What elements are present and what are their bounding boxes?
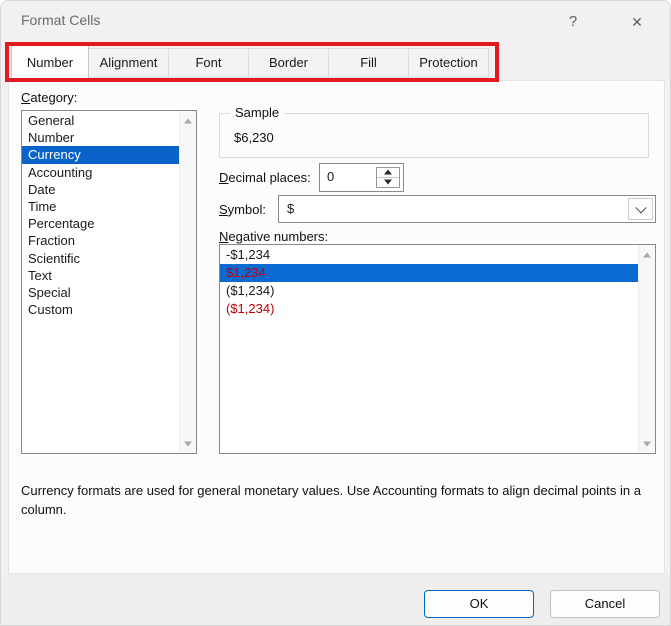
chevron-down-icon bbox=[634, 202, 647, 214]
tab-font[interactable]: Font bbox=[169, 48, 249, 78]
symbol-dropdown-button[interactable] bbox=[628, 198, 653, 220]
symbol-dropdown[interactable]: $ bbox=[278, 195, 656, 223]
negative-numbers-listbox[interactable]: -$1,234 $1,234 ($1,234) ($1,234) bbox=[219, 244, 656, 454]
category-item-fraction[interactable]: Fraction bbox=[22, 232, 179, 249]
category-item-number[interactable]: Number bbox=[22, 129, 179, 146]
tab-fill[interactable]: Fill bbox=[329, 48, 409, 78]
category-label: Category: bbox=[21, 90, 78, 105]
category-item-date[interactable]: Date bbox=[22, 181, 179, 198]
negative-option-red-plain[interactable]: $1,234 bbox=[220, 264, 638, 282]
category-listbox[interactable]: General Number Currency Accounting Date … bbox=[21, 110, 197, 454]
negative-list-items: -$1,234 $1,234 ($1,234) ($1,234) bbox=[220, 246, 638, 453]
spinner-up-icon bbox=[384, 169, 392, 175]
decimal-places-spinner[interactable]: 0 bbox=[319, 163, 404, 192]
help-icon: ? bbox=[568, 13, 578, 30]
spinner-up-button[interactable] bbox=[377, 168, 399, 178]
scroll-down-icon[interactable] bbox=[180, 435, 196, 452]
category-item-special[interactable]: Special bbox=[22, 284, 179, 301]
tab-number[interactable]: Number bbox=[11, 45, 89, 79]
sample-groupbox: Sample $6,230 bbox=[219, 105, 649, 158]
tab-strip: Number Alignment Font Border Fill Protec… bbox=[11, 45, 489, 79]
tab-border[interactable]: Border bbox=[249, 48, 329, 78]
category-description: Currency formats are used for general mo… bbox=[21, 483, 641, 517]
symbol-label: Symbol: bbox=[219, 202, 266, 217]
category-list-items: General Number Currency Accounting Date … bbox=[22, 112, 179, 453]
spinner-buttons bbox=[376, 167, 400, 188]
category-scrollbar[interactable] bbox=[179, 111, 196, 453]
category-item-time[interactable]: Time bbox=[22, 198, 179, 215]
close-button[interactable]: ✕ bbox=[618, 9, 656, 35]
sample-value: $6,230 bbox=[234, 130, 274, 145]
negative-option-red-parens[interactable]: ($1,234) bbox=[220, 300, 638, 318]
decimal-places-value: 0 bbox=[327, 169, 335, 184]
spinner-down-button[interactable] bbox=[377, 178, 399, 188]
format-cells-dialog: Format Cells ? ✕ Number Alignment Font B… bbox=[0, 0, 671, 626]
tab-alignment[interactable]: Alignment bbox=[89, 48, 169, 78]
category-item-custom[interactable]: Custom bbox=[22, 301, 179, 318]
category-item-currency[interactable]: Currency bbox=[22, 146, 179, 164]
negative-scrollbar[interactable] bbox=[638, 245, 655, 453]
symbol-value: $ bbox=[287, 201, 295, 216]
cancel-button[interactable]: Cancel bbox=[550, 590, 660, 618]
category-item-text[interactable]: Text bbox=[22, 267, 179, 284]
category-item-scientific[interactable]: Scientific bbox=[22, 250, 179, 267]
decimal-places-label: Decimal places: bbox=[219, 170, 311, 185]
spinner-down-icon bbox=[384, 179, 392, 185]
category-item-general[interactable]: General bbox=[22, 112, 179, 129]
ok-button[interactable]: OK bbox=[424, 590, 534, 618]
title-bar: Format Cells ? ✕ bbox=[1, 1, 670, 45]
tab-protection[interactable]: Protection bbox=[409, 48, 489, 78]
negative-option-minus[interactable]: -$1,234 bbox=[220, 246, 638, 264]
category-item-accounting[interactable]: Accounting bbox=[22, 164, 179, 181]
close-icon: ✕ bbox=[631, 14, 643, 30]
scroll-up-icon[interactable] bbox=[180, 112, 196, 129]
scroll-up-icon[interactable] bbox=[639, 246, 655, 263]
dialog-title: Format Cells bbox=[21, 12, 101, 28]
scroll-down-icon[interactable] bbox=[639, 435, 655, 452]
sample-legend: Sample bbox=[230, 105, 285, 120]
negative-numbers-label: Negative numbers: bbox=[219, 229, 329, 244]
category-item-percentage[interactable]: Percentage bbox=[22, 215, 179, 232]
button-bar: OK Cancel bbox=[1, 574, 670, 625]
negative-option-parens[interactable]: ($1,234) bbox=[220, 282, 638, 300]
help-button[interactable]: ? bbox=[554, 9, 592, 35]
